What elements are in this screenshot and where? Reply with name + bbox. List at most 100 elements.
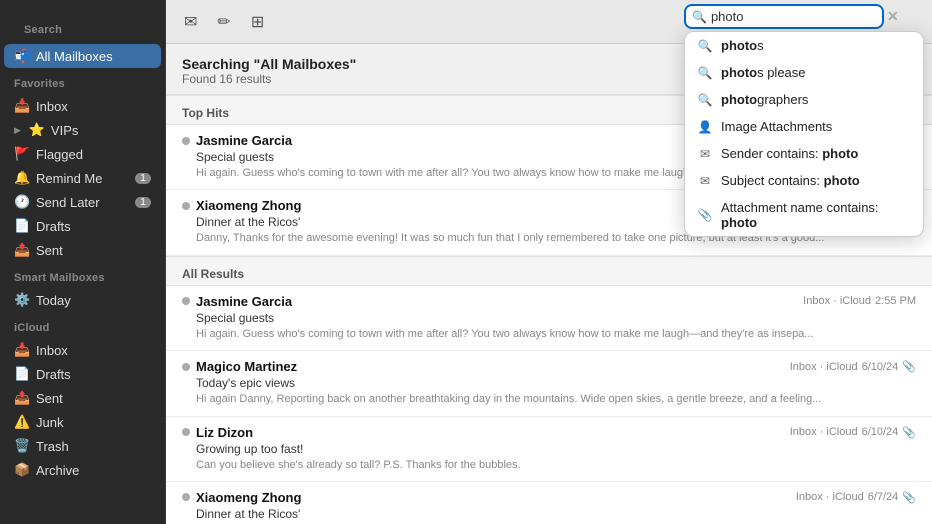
sidebar-item-inbox[interactable]: 📥 Inbox [4, 94, 161, 118]
ac-search-icon-1: 🔍 [697, 39, 713, 53]
mailboxes-icon: 📬 [14, 48, 30, 64]
mail-item-top-row: Liz Dizon Inbox · iCloud 6/10/24 📎 [182, 425, 916, 440]
sidebar-item-drafts[interactable]: 📄 Drafts [4, 214, 161, 238]
ac-mail-icon-2: ✉ [697, 174, 713, 188]
avatar-1 [182, 137, 190, 145]
icloud-junk-icon: ⚠️ [14, 414, 30, 430]
ac-mail-icon-1: ✉ [697, 147, 713, 161]
mail-time-3: 2:55 PM [875, 295, 916, 307]
autocomplete-item-subject-contains[interactable]: ✉ Subject contains: photo [685, 167, 923, 194]
sidebar-item-sent[interactable]: 📤 Sent [4, 238, 161, 262]
sidebar-item-label: Drafts [36, 219, 71, 234]
main-area: ✉ ✏ ⊞ 🔍 ✕ 🔍 photos 🔍 photos please [166, 0, 932, 524]
ac-label-5: Sender contains: photo [721, 146, 911, 161]
ac-label-2: photos please [721, 65, 911, 80]
sidebar-item-label: Flagged [36, 147, 83, 162]
attachment-icon-5: 📎 [902, 426, 916, 439]
sidebar-item-label: Remind Me [36, 171, 102, 186]
mail-subject-4: Today's epic views [182, 376, 916, 390]
mail-sender-3: Jasmine Garcia [196, 294, 803, 309]
ac-label-7: Attachment name contains: photo [721, 200, 911, 230]
mail-item-top-row: Xiaomeng Zhong Inbox · iCloud 6/7/24 📎 [182, 490, 916, 505]
sidebar-item-today[interactable]: ⚙️ Today [4, 288, 161, 312]
avatar-3 [182, 297, 190, 305]
search-clear-button[interactable]: ✕ [887, 8, 899, 25]
avatar-2 [182, 202, 190, 210]
icloud-label: iCloud [0, 312, 165, 338]
avatar-4 [182, 363, 190, 371]
mail-sender-4: Magico Martinez [196, 359, 790, 374]
sidebar-item-vips[interactable]: ▶ ⭐ VIPs [4, 118, 161, 142]
mail-preview-5: Can you believe she's already so tall? P… [182, 458, 916, 473]
sidebar-item-all-mailboxes[interactable]: 📬 All Mailboxes [4, 44, 161, 68]
mail-mailbox-4: Inbox · iCloud [790, 361, 858, 373]
icloud-inbox-icon: 📥 [14, 342, 30, 358]
mail-item-all-3[interactable]: Liz Dizon Inbox · iCloud 6/10/24 📎 Growi… [166, 417, 932, 482]
sidebar-item-icloud-junk[interactable]: ⚠️ Junk [4, 410, 161, 434]
sidebar-item-label: Trash [36, 439, 69, 454]
sidebar-search-box: Search [0, 8, 165, 44]
icloud-trash-icon: 🗑️ [14, 438, 30, 454]
autocomplete-item-photographers[interactable]: 🔍 photographers [685, 86, 923, 113]
ac-label-1: photos [721, 38, 911, 53]
autocomplete-item-photos[interactable]: 🔍 photos [685, 32, 923, 59]
drafts-icon: 📄 [14, 218, 30, 234]
sidebar-item-icloud-sent[interactable]: 📤 Sent [4, 386, 161, 410]
autocomplete-item-attachment-name[interactable]: 📎 Attachment name contains: photo [685, 194, 923, 236]
send-later-badge: 1 [135, 197, 151, 208]
search-input-container: 🔍 ✕ [684, 4, 884, 29]
sidebar-item-label: Sent [36, 243, 63, 258]
avatar-5 [182, 428, 190, 436]
new-message-button[interactable]: ✉ [178, 8, 203, 36]
sidebar-item-flagged[interactable]: 🚩 Flagged [4, 142, 161, 166]
mail-item-top-row: Jasmine Garcia Inbox · iCloud 2:55 PM [182, 294, 916, 309]
sidebar-item-label: Send Later [36, 195, 100, 210]
autocomplete-item-photos-please[interactable]: 🔍 photos please [685, 59, 923, 86]
vip-chevron: ▶ [14, 125, 21, 136]
sidebar-item-label: Today [36, 293, 71, 308]
ac-person-icon: 👤 [697, 120, 713, 134]
smart-mailboxes-label: Smart Mailboxes [0, 262, 165, 288]
compose-button[interactable]: ✏ [211, 8, 236, 36]
mail-time-6: 6/7/24 [868, 491, 899, 503]
mail-sender-6: Xiaomeng Zhong [196, 490, 796, 505]
sidebar: Search 📬 All Mailboxes Favorites 📥 Inbox… [0, 0, 166, 524]
sidebar-item-label: Sent [36, 391, 63, 406]
sidebar-item-label: Junk [36, 415, 63, 430]
sidebar-item-send-later[interactable]: 🕐 Send Later 1 [4, 190, 161, 214]
ac-label-4: Image Attachments [721, 119, 911, 134]
sidebar-item-icloud-drafts[interactable]: 📄 Drafts [4, 362, 161, 386]
mail-subject-6: Dinner at the Ricos' [182, 507, 916, 521]
icloud-drafts-icon: 📄 [14, 366, 30, 382]
sidebar-item-icloud-trash[interactable]: 🗑️ Trash [4, 434, 161, 458]
sidebar-item-icloud-archive[interactable]: 📦 Archive [4, 458, 161, 482]
ac-label-3: photographers [721, 92, 911, 107]
mail-mailbox-6: Inbox · iCloud [796, 491, 864, 503]
sent-icon: 📤 [14, 242, 30, 258]
vip-icon: ⭐ [29, 122, 45, 138]
autocomplete-item-image-attachments[interactable]: 👤 Image Attachments [685, 113, 923, 140]
all-results-header: All Results [166, 256, 932, 286]
avatar-6 [182, 493, 190, 501]
attachment-icon-6: 📎 [902, 491, 916, 504]
inbox-icon: 📥 [14, 98, 30, 114]
attachment-icon-4: 📎 [902, 360, 916, 373]
mail-mailbox-5: Inbox · iCloud [790, 426, 858, 438]
remind-badge: 1 [135, 173, 151, 184]
icloud-archive-icon: 📦 [14, 462, 30, 478]
search-wrapper: 🔍 ✕ 🔍 photos 🔍 photos please 🔍 photograp… [684, 4, 924, 237]
mail-item-all-1[interactable]: Jasmine Garcia Inbox · iCloud 2:55 PM Sp… [166, 286, 932, 351]
sidebar-item-icloud-inbox[interactable]: 📥 Inbox [4, 338, 161, 362]
ac-paperclip-icon: 📎 [697, 208, 713, 222]
flagged-icon: 🚩 [14, 146, 30, 162]
all-mailboxes-label: All Mailboxes [36, 49, 113, 64]
search-input[interactable] [711, 9, 887, 24]
mail-item-all-2[interactable]: Magico Martinez Inbox · iCloud 6/10/24 📎… [166, 351, 932, 416]
remind-icon: 🔔 [14, 170, 30, 186]
mail-item-all-4[interactable]: Xiaomeng Zhong Inbox · iCloud 6/7/24 📎 D… [166, 482, 932, 524]
ac-search-icon-3: 🔍 [697, 93, 713, 107]
sidebar-item-remind-me[interactable]: 🔔 Remind Me 1 [4, 166, 161, 190]
expand-button[interactable]: ⊞ [245, 8, 270, 36]
mail-preview-4: Hi again Danny, Reporting back on anothe… [182, 392, 916, 407]
autocomplete-item-sender-contains[interactable]: ✉ Sender contains: photo [685, 140, 923, 167]
